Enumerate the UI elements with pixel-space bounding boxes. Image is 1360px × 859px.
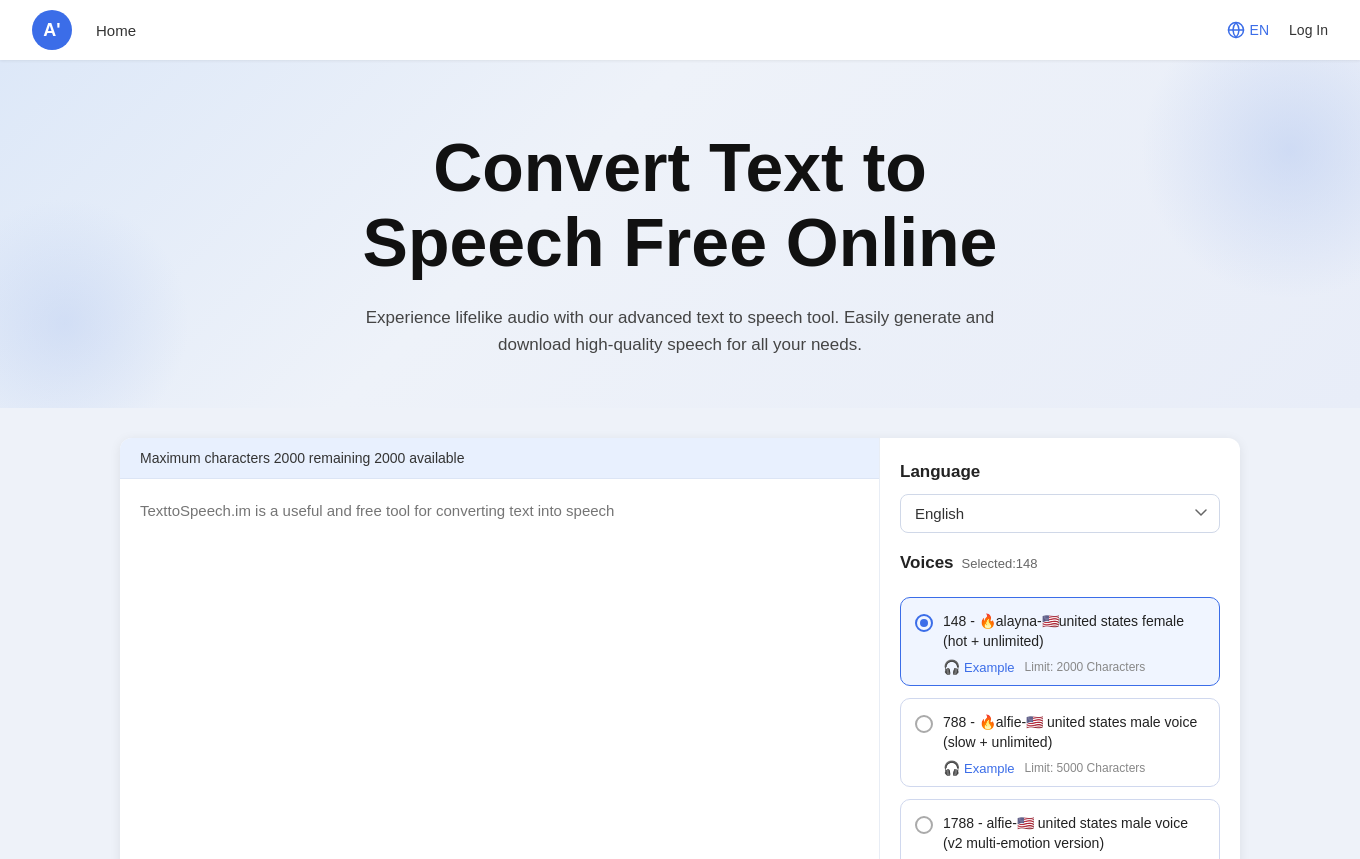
hero-title: Convert Text to Speech Free Online [20,130,1340,280]
nav-left: A' Home [32,10,136,50]
voice-item-1[interactable]: 148 - 🔥alayna-🇺🇸united states female (ho… [900,597,1220,686]
voice-item-2[interactable]: 788 - 🔥alfie-🇺🇸 united states male voice… [900,698,1220,787]
language-label: Language [900,462,1220,482]
headphone-icon-2: 🎧 [943,760,960,776]
voice-radio-2[interactable] [915,715,933,733]
example-link-2[interactable]: 🎧 Example [943,760,1015,776]
voices-header: Voices Selected:148 [900,553,1220,585]
logo[interactable]: A' [32,10,72,50]
voice-name-3: 1788 - alfie-🇺🇸 united states male voice… [943,814,1205,853]
nav-home-link[interactable]: Home [96,22,136,39]
voice-footer-1: 🎧 Example Limit: 2000 Characters [943,659,1205,675]
limit-text-2: Limit: 5000 Characters [1025,761,1146,775]
voice-name-1: 148 - 🔥alayna-🇺🇸united states female (ho… [943,612,1205,651]
right-panel: Language English Spanish French German I… [880,438,1240,859]
text-input[interactable] [120,479,879,839]
voice-item-3[interactable]: 1788 - alfie-🇺🇸 united states male voice… [900,799,1220,859]
login-button[interactable]: Log In [1289,22,1328,38]
voice-item-2-header: 788 - 🔥alfie-🇺🇸 united states male voice… [915,713,1205,752]
tool-card: Maximum characters 2000 remaining 2000 a… [120,438,1240,859]
voices-count: Selected:148 [962,556,1038,571]
char-limit-bar: Maximum characters 2000 remaining 2000 a… [120,438,879,479]
voice-radio-3[interactable] [915,816,933,834]
limit-text-1: Limit: 2000 Characters [1025,660,1146,674]
voice-name-2: 788 - 🔥alfie-🇺🇸 united states male voice… [943,713,1205,752]
voice-item-3-header: 1788 - alfie-🇺🇸 united states male voice… [915,814,1205,853]
voice-footer-2: 🎧 Example Limit: 5000 Characters [943,760,1205,776]
left-panel: Maximum characters 2000 remaining 2000 a… [120,438,880,859]
headphone-icon-1: 🎧 [943,659,960,675]
tool-container: Maximum characters 2000 remaining 2000 a… [100,408,1260,859]
voices-label: Voices [900,553,954,573]
example-link-1[interactable]: 🎧 Example [943,659,1015,675]
hero-subtitle: Experience lifelike audio with our advan… [330,304,1030,358]
language-toggle-button[interactable]: EN [1227,21,1269,39]
language-select[interactable]: English Spanish French German Italian Po… [900,494,1220,533]
voice-radio-1[interactable] [915,614,933,632]
nav-right: EN Log In [1227,21,1328,39]
voice-item-1-header: 148 - 🔥alayna-🇺🇸united states female (ho… [915,612,1205,651]
lang-label: EN [1250,22,1269,38]
navbar: A' Home EN Log In [0,0,1360,60]
globe-icon [1227,21,1245,39]
hero-section: Convert Text to Speech Free Online Exper… [0,60,1360,408]
